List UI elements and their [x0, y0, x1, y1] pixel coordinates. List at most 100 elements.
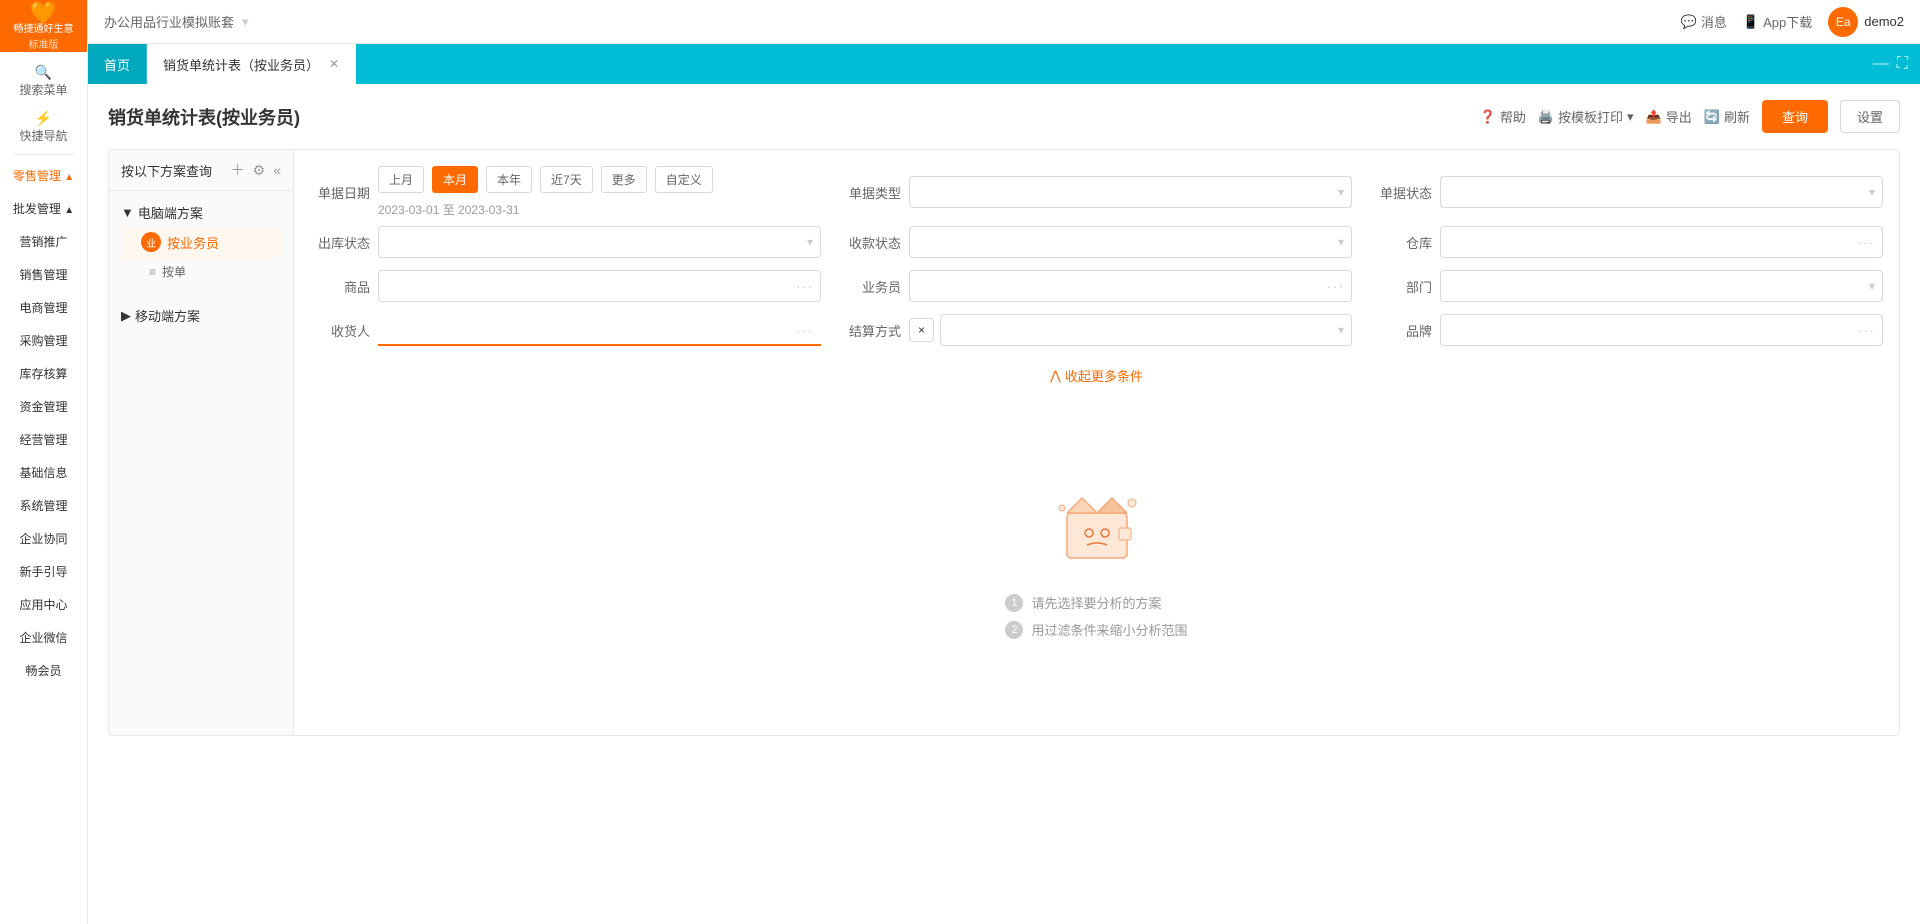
tab-maximize-icon[interactable]: ⛶ [1897, 55, 1908, 73]
consignee-filter-row: 收货人 ··· [310, 314, 821, 346]
settlement-control: × ▾ [909, 314, 1352, 346]
edit-scheme-icon[interactable]: ⚙ [253, 162, 266, 179]
tag-close-icon[interactable]: × [918, 323, 925, 337]
doc-type-select[interactable] [909, 176, 1352, 208]
user-info[interactable]: Ea demo2 [1828, 7, 1904, 37]
sidebar-item-purchase[interactable]: 采购管理 [0, 324, 87, 357]
export-btn[interactable]: 📤 导出 [1646, 107, 1692, 126]
tab-minimize-icon[interactable]: — [1873, 55, 1889, 73]
sidebar-item-inventory[interactable]: 库存核算 [0, 357, 87, 390]
this-year-btn[interactable]: 本年 [486, 166, 532, 193]
add-scheme-icon[interactable]: ＋ [231, 160, 245, 180]
goods-filter-row: 商品 ··· [310, 270, 821, 302]
sidebar-item-ecommerce[interactable]: 电商管理 [0, 291, 87, 324]
sidebar-item-appcenter[interactable]: 应用中心 [0, 588, 87, 621]
scheme-order-label: 按单 [162, 263, 186, 280]
sidebar: 🧡 畅捷通好生意 标准版 🔍 搜索菜单 ⚡ 快捷导航 零售管理 ▲ 批发管理 ▲… [0, 0, 88, 924]
app-name: 畅捷通好生意 [14, 24, 74, 36]
username: demo2 [1864, 14, 1904, 29]
sidebar-item-enterprise[interactable]: 企业协同 [0, 522, 87, 555]
settings-button[interactable]: 设置 [1840, 100, 1900, 133]
department-filter-row: 部门 ▾ [1372, 270, 1883, 302]
warehouse-dots: ··· [1858, 235, 1874, 250]
doc-status-label: 单据状态 [1372, 183, 1432, 202]
print-dropdown-icon: ▾ [1627, 109, 1634, 125]
more-btn[interactable]: 更多 [601, 166, 647, 193]
top-header: 办公用品行业模拟账套 ▾ 💬 消息 📱 App下载 Ea demo2 [88, 0, 1920, 44]
goods-label: 商品 [310, 277, 370, 296]
sidebar-item-system[interactable]: 系统管理 [0, 489, 87, 522]
mobile-scheme-title[interactable]: ▶ 移动端方案 [109, 301, 293, 330]
tab-sales-stat[interactable]: 销货单统计表（按业务员） ✕ [147, 44, 356, 84]
goods-control: ··· [378, 270, 821, 302]
refresh-icon: 🔄 [1704, 109, 1720, 125]
collapse-btn[interactable]: ⋀ 收起更多条件 [310, 358, 1883, 393]
empty-tip-1: 1 请先选择要分析的方案 [1005, 593, 1187, 612]
sidebar-item-marketing[interactable]: 营销推广 [0, 225, 87, 258]
consignee-input[interactable] [378, 314, 821, 346]
scheme-by-order[interactable]: ≡ 按单 [121, 258, 281, 285]
message-btn[interactable]: 💬 消息 [1681, 12, 1727, 31]
scheme-salesperson-icon: 业 [141, 232, 161, 252]
scheme-salesperson-label: 按业务员 [167, 233, 219, 252]
print-icon: 🖨️ [1538, 109, 1554, 125]
export-label: 导出 [1666, 107, 1692, 126]
date-filter-area: 上月 本月 本年 近7天 更多 自定义 2023-03-01 至 2023-03… [378, 166, 821, 218]
shipment-select[interactable] [378, 226, 821, 258]
goods-input[interactable] [378, 270, 821, 302]
sidebar-item-wholesale[interactable]: 批发管理 ▲ [0, 192, 87, 225]
last7days-btn[interactable]: 近7天 [540, 166, 593, 193]
tab-home[interactable]: 首页 [88, 44, 147, 84]
tab-close-icon[interactable]: ✕ [329, 57, 339, 71]
right-panel: 单据日期 上月 本月 本年 近7天 更多 自定义 2023-03-01 至 20… [294, 150, 1899, 735]
help-icon: ❓ [1480, 109, 1496, 125]
sidebar-item-sales[interactable]: 销售管理 [0, 258, 87, 291]
empty-tips: 1 请先选择要分析的方案 2 用过滤条件来缩小分析范围 [1005, 593, 1187, 639]
tip1-text: 请先选择要分析的方案 [1031, 593, 1161, 612]
custom-btn[interactable]: 自定义 [655, 166, 713, 193]
query-button[interactable]: 查询 [1762, 100, 1828, 133]
this-month-btn[interactable]: 本月 [432, 166, 478, 193]
warehouse-field[interactable]: ··· [1440, 226, 1883, 258]
date-filter-row: 单据日期 上月 本月 本年 近7天 更多 自定义 2023-03-01 至 20… [310, 166, 821, 218]
sidebar-item-finance[interactable]: 资金管理 [0, 390, 87, 423]
sidebar-item-wechat[interactable]: 企业微信 [0, 621, 87, 654]
template-print-label: 按模板打印 [1558, 107, 1623, 126]
scheme-by-salesperson[interactable]: 业 按业务员 [121, 226, 281, 258]
brand-control: ··· [1440, 314, 1883, 346]
settlement-select[interactable] [940, 314, 1352, 346]
export-icon: 📤 [1646, 109, 1662, 125]
help-btn[interactable]: ❓ 帮助 [1480, 107, 1526, 126]
sidebar-item-basic[interactable]: 基础信息 [0, 456, 87, 489]
desktop-scheme-title[interactable]: ▼ 电脑端方案 [121, 199, 281, 226]
last-month-btn[interactable]: 上月 [378, 166, 424, 193]
sidebar-item-member[interactable]: 畅会员 [0, 654, 87, 687]
app-download-btn[interactable]: 📱 App下载 [1743, 12, 1812, 31]
sidebar-item-newuser[interactable]: 新手引导 [0, 555, 87, 588]
header-left: 办公用品行业模拟账套 ▾ [104, 12, 249, 31]
template-print-btn[interactable]: 🖨️ 按模板打印 ▾ [1538, 107, 1634, 126]
app-download-label: App下载 [1763, 12, 1812, 31]
sidebar-item-operation[interactable]: 经营管理 [0, 423, 87, 456]
sidebar-item-retail[interactable]: 零售管理 ▲ [0, 159, 87, 192]
main-layout: 按以下方案查询 ＋ ⚙ « ▼ 电脑端方案 业 [108, 149, 1900, 736]
warehouse-filter-row: 仓库 ··· [1372, 226, 1883, 258]
department-select[interactable] [1440, 270, 1883, 302]
filter-row-1: 单据日期 上月 本月 本年 近7天 更多 自定义 2023-03-01 至 20… [310, 166, 1883, 218]
payment-select[interactable] [909, 226, 1352, 258]
refresh-btn[interactable]: 🔄 刷新 [1704, 107, 1750, 126]
tip2-text: 用过滤条件来缩小分析范围 [1031, 620, 1187, 639]
doc-type-control: ▾ [909, 176, 1352, 208]
payment-control: ▾ [909, 226, 1352, 258]
brand-input[interactable] [1440, 314, 1883, 346]
panel-icons: ＋ ⚙ « [231, 160, 281, 180]
quick-nav[interactable]: ⚡ 快捷导航 [0, 104, 87, 150]
doc-status-select[interactable] [1440, 176, 1883, 208]
collapse-panel-icon[interactable]: « [273, 162, 281, 178]
search-menu[interactable]: 🔍 搜索菜单 [0, 52, 87, 104]
salesperson-input[interactable] [909, 270, 1352, 302]
warehouse-label: 仓库 [1372, 233, 1432, 252]
empty-tip-2: 2 用过滤条件来缩小分析范围 [1005, 620, 1187, 639]
filter-row-4: 收货人 ··· 结算方式 × [310, 314, 1883, 346]
payment-filter-row: 收款状态 ▾ [841, 226, 1352, 258]
